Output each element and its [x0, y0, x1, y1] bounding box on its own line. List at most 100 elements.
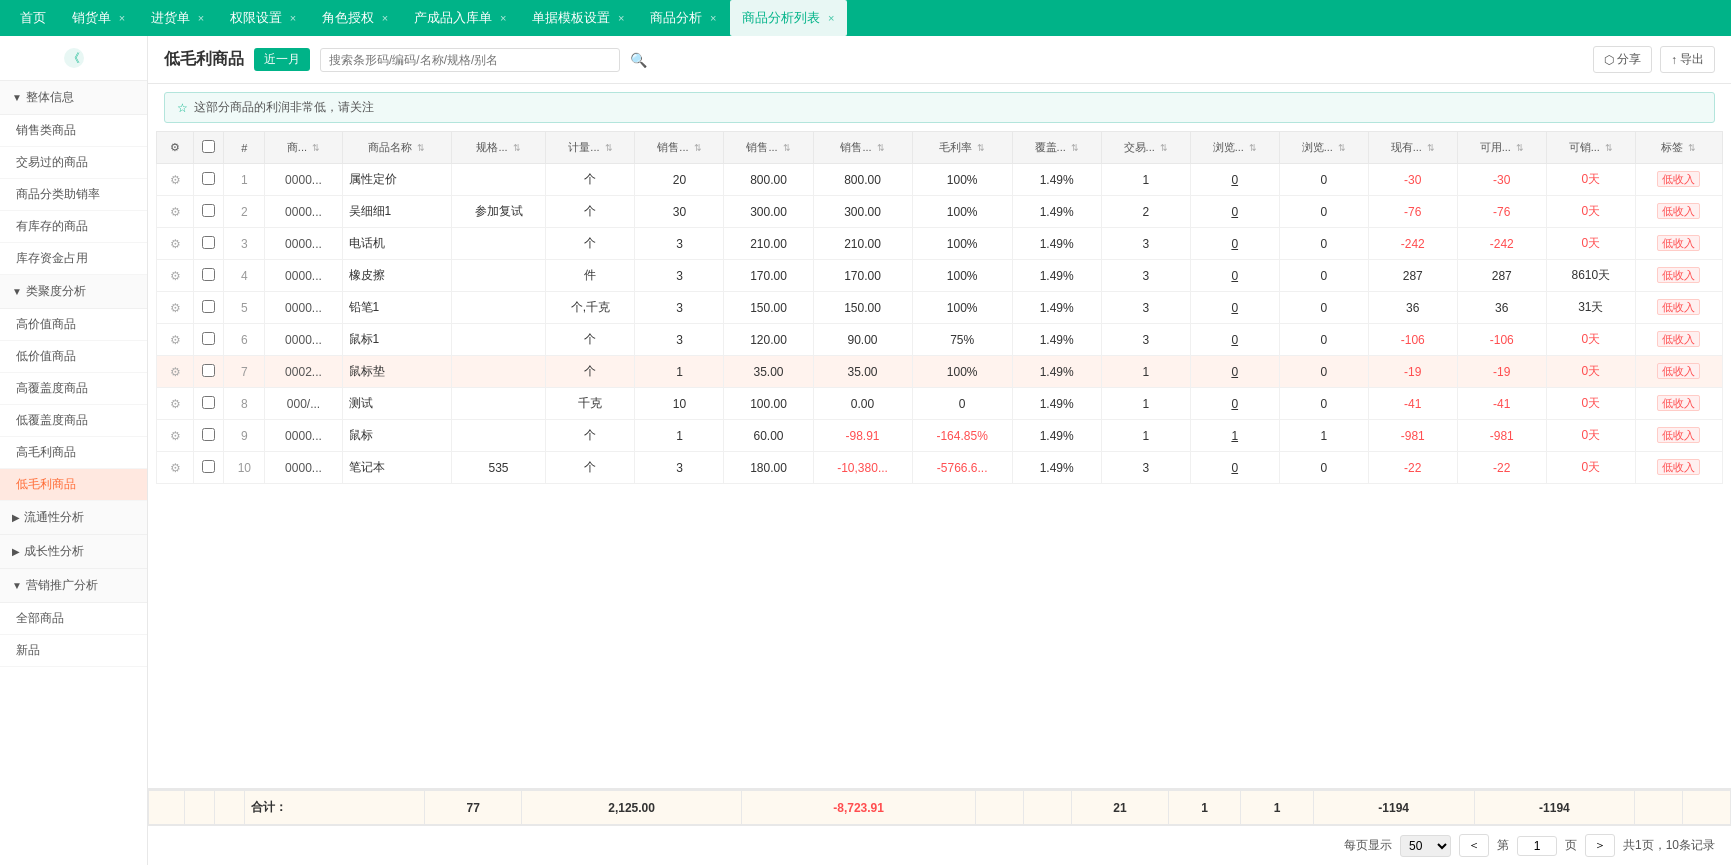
row-checkbox-cell[interactable]: [194, 164, 224, 196]
row-views1[interactable]: 0: [1190, 164, 1279, 196]
sidebar-item-all-products[interactable]: 全部商品: [0, 603, 147, 635]
row-checkbox-cell[interactable]: [194, 420, 224, 452]
date-filter-button[interactable]: 近一月: [254, 48, 310, 71]
column-sales-qty[interactable]: 销售... ⇅: [635, 132, 724, 164]
close-icon[interactable]: ×: [500, 12, 506, 24]
nav-product-entry[interactable]: 产成品入库单 ×: [402, 0, 518, 36]
row-checkbox[interactable]: [202, 236, 215, 249]
close-icon[interactable]: ×: [710, 12, 716, 24]
sidebar-item-new-products[interactable]: 新品: [0, 635, 147, 667]
row-views1[interactable]: 0: [1190, 324, 1279, 356]
column-transactions[interactable]: 交易... ⇅: [1101, 132, 1190, 164]
row-checkbox[interactable]: [202, 396, 215, 409]
sidebar-collapse-button[interactable]: 《: [64, 48, 84, 68]
sidebar-item-high-value[interactable]: 高价值商品: [0, 309, 147, 341]
column-sales-profit[interactable]: 销售... ⇅: [813, 132, 912, 164]
views1-link[interactable]: 0: [1231, 237, 1238, 251]
share-button[interactable]: ⬡ 分享: [1593, 46, 1652, 73]
close-icon[interactable]: ×: [618, 12, 624, 24]
close-icon[interactable]: ×: [198, 12, 204, 24]
row-checkbox[interactable]: [202, 460, 215, 473]
nav-permissions[interactable]: 权限设置 ×: [218, 0, 308, 36]
row-views1[interactable]: 0: [1190, 388, 1279, 420]
row-views1[interactable]: 0: [1190, 292, 1279, 324]
column-views1[interactable]: 浏览... ⇅: [1190, 132, 1279, 164]
views1-link[interactable]: 0: [1231, 397, 1238, 411]
nav-role-auth[interactable]: 角色授权 ×: [310, 0, 400, 36]
sidebar-group-growth[interactable]: ▶ 成长性分析: [0, 535, 147, 569]
sidebar-group-cluster[interactable]: ▼ 类聚度分析: [0, 275, 147, 309]
row-checkbox[interactable]: [202, 300, 215, 313]
row-settings[interactable]: ⚙: [157, 420, 194, 452]
row-checkbox[interactable]: [202, 428, 215, 441]
sidebar-group-marketing[interactable]: ▼ 营销推广分析: [0, 569, 147, 603]
row-settings[interactable]: ⚙: [157, 452, 194, 484]
row-views1[interactable]: 0: [1190, 228, 1279, 260]
row-settings[interactable]: ⚙: [157, 228, 194, 260]
close-icon[interactable]: ×: [290, 12, 296, 24]
row-checkbox[interactable]: [202, 364, 215, 377]
row-views1[interactable]: 0: [1190, 196, 1279, 228]
nav-product-analysis-list[interactable]: 商品分析列表 ×: [730, 0, 846, 36]
column-stock[interactable]: 现有... ⇅: [1368, 132, 1457, 164]
export-button[interactable]: ↑ 导出: [1660, 46, 1715, 73]
views1-link[interactable]: 1: [1231, 429, 1238, 443]
row-checkbox-cell[interactable]: [194, 260, 224, 292]
row-checkbox[interactable]: [202, 172, 215, 185]
row-checkbox-cell[interactable]: [194, 356, 224, 388]
row-checkbox[interactable]: [202, 332, 215, 345]
row-settings[interactable]: ⚙: [157, 164, 194, 196]
sidebar-item-low-coverage[interactable]: 低覆盖度商品: [0, 405, 147, 437]
sidebar-item-high-margin[interactable]: 高毛利商品: [0, 437, 147, 469]
row-checkbox-cell[interactable]: [194, 228, 224, 260]
row-checkbox-cell[interactable]: [194, 292, 224, 324]
sidebar-item-low-margin[interactable]: 低毛利商品: [0, 469, 147, 501]
sidebar-group-overall[interactable]: ▼ 整体信息: [0, 81, 147, 115]
views1-link[interactable]: 0: [1231, 205, 1238, 219]
row-settings[interactable]: ⚙: [157, 388, 194, 420]
prev-page-button[interactable]: ＜: [1459, 834, 1489, 857]
row-settings[interactable]: ⚙: [157, 324, 194, 356]
column-product-name[interactable]: 商品名称 ⇅: [342, 132, 451, 164]
row-checkbox[interactable]: [202, 204, 215, 217]
search-button[interactable]: 🔍: [630, 52, 647, 68]
sidebar-item-high-coverage[interactable]: 高覆盖度商品: [0, 373, 147, 405]
row-settings[interactable]: ⚙: [157, 356, 194, 388]
views1-link[interactable]: 0: [1231, 173, 1238, 187]
row-checkbox-cell[interactable]: [194, 452, 224, 484]
nav-product-analysis[interactable]: 商品分析 ×: [638, 0, 728, 36]
column-unit[interactable]: 计量... ⇅: [546, 132, 635, 164]
column-available[interactable]: 可用... ⇅: [1457, 132, 1546, 164]
row-settings[interactable]: ⚙: [157, 260, 194, 292]
nav-home[interactable]: 首页: [8, 0, 58, 36]
views1-link[interactable]: 0: [1231, 269, 1238, 283]
column-settings[interactable]: ⚙: [157, 132, 194, 164]
sidebar-group-circulation[interactable]: ▶ 流通性分析: [0, 501, 147, 535]
column-profit-rate[interactable]: 毛利率 ⇅: [912, 132, 1012, 164]
select-all-checkbox[interactable]: [202, 140, 215, 153]
row-settings[interactable]: ⚙: [157, 292, 194, 324]
row-views1[interactable]: 0: [1190, 260, 1279, 292]
row-checkbox[interactable]: [202, 268, 215, 281]
nav-sales-order[interactable]: 销货单 ×: [60, 0, 137, 36]
views1-link[interactable]: 0: [1231, 461, 1238, 475]
page-size-select[interactable]: 50 20 100: [1400, 835, 1451, 857]
close-icon[interactable]: ×: [119, 12, 125, 24]
row-views1[interactable]: 0: [1190, 356, 1279, 388]
sidebar-item-inventory-products[interactable]: 有库存的商品: [0, 211, 147, 243]
views1-link[interactable]: 0: [1231, 365, 1238, 379]
close-icon[interactable]: ×: [382, 12, 388, 24]
column-coverage[interactable]: 覆盖... ⇅: [1012, 132, 1101, 164]
row-checkbox-cell[interactable]: [194, 324, 224, 356]
sidebar-item-capital-usage[interactable]: 库存资金占用: [0, 243, 147, 275]
page-number-input[interactable]: [1517, 836, 1557, 856]
column-tag[interactable]: 标签 ⇅: [1635, 132, 1722, 164]
row-checkbox-cell[interactable]: [194, 196, 224, 228]
close-icon[interactable]: ×: [828, 12, 834, 24]
search-input[interactable]: [320, 48, 620, 72]
column-saleable[interactable]: 可销... ⇅: [1546, 132, 1635, 164]
sidebar-item-sales-products[interactable]: 销售类商品: [0, 115, 147, 147]
nav-template[interactable]: 单据模板设置 ×: [520, 0, 636, 36]
sidebar-item-category-rate[interactable]: 商品分类助销率: [0, 179, 147, 211]
column-views2[interactable]: 浏览... ⇅: [1279, 132, 1368, 164]
